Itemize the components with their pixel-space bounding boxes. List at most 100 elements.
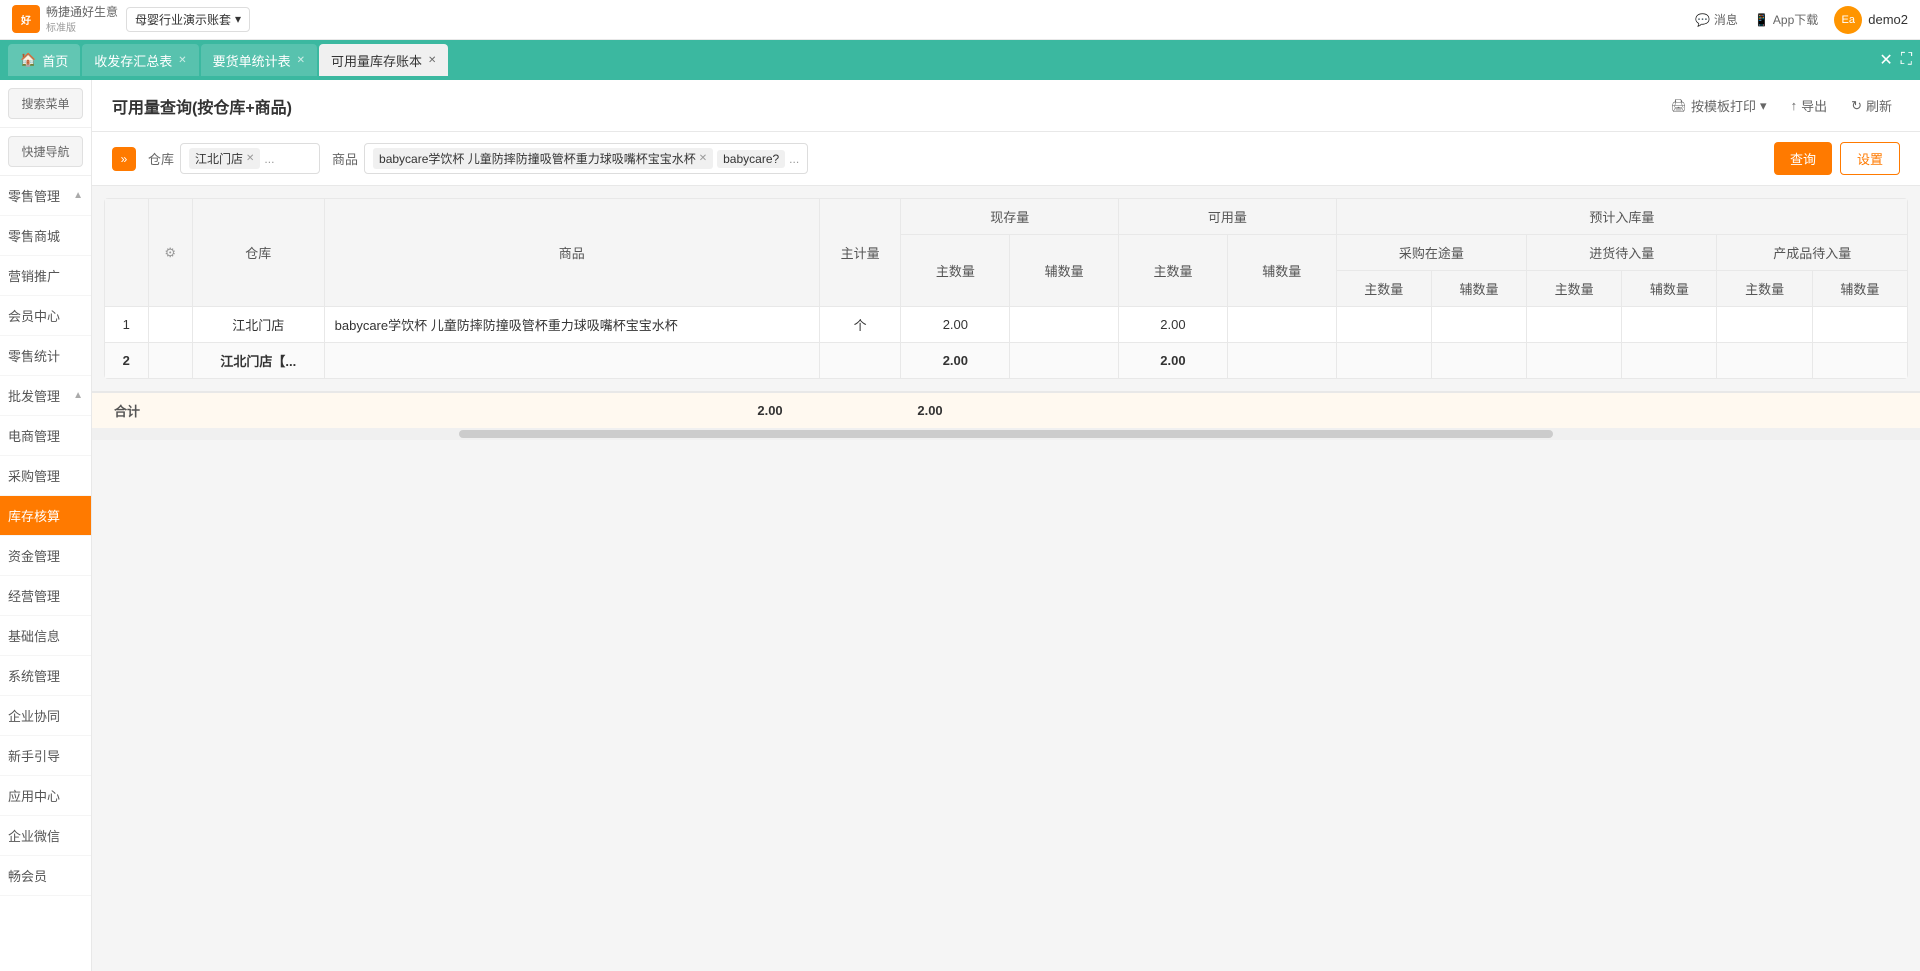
chevron-down-icon: ▾: [235, 12, 241, 26]
sidebar-item-member-center[interactable]: 会员中心: [0, 296, 91, 336]
filter-bar: » 仓库 江北门店 ✕ ... 商品 babycare学饮杯 儿童防摔防撞吸管杯…: [92, 132, 1920, 186]
expand-btn[interactable]: ⛶: [1901, 51, 1912, 69]
product-label: 商品: [332, 149, 358, 168]
export-label: 导出: [1801, 96, 1827, 115]
top-bar-left: 好 畅捷通好生意 标准版 母婴行业演示账套 ▾: [12, 5, 250, 34]
sidebar-search-area: 搜索菜单: [0, 80, 91, 128]
footer-label: 合计: [104, 401, 150, 420]
export-btn[interactable]: ↑ 导出: [1783, 92, 1836, 119]
sidebar-item-wholesale-mgmt[interactable]: 批发管理 ▲: [0, 376, 91, 416]
sidebar-item-app-center[interactable]: 应用中心: [0, 776, 91, 816]
tab-available-stock-label: 可用量库存账本: [331, 51, 422, 70]
tab-available-stock-close[interactable]: ✕: [428, 55, 436, 66]
warehouse-input[interactable]: 江北门店 ✕ ...: [180, 143, 320, 174]
filter-expand-btn[interactable]: »: [112, 147, 136, 171]
sidebar-item-label: 库存核算: [8, 506, 60, 525]
app-download-label: App下载: [1773, 11, 1818, 28]
sidebar-item-enterprise-collab[interactable]: 企业协同: [0, 696, 91, 736]
table-footer: 合计 2.00 2.00: [92, 391, 1920, 428]
page-title: 可用量查询(按仓库+商品): [112, 94, 292, 118]
sidebar-nav-area: 快捷导航: [0, 128, 91, 176]
quick-nav-btn[interactable]: 快捷导航: [8, 136, 83, 167]
sidebar-item-label: 采购管理: [8, 466, 60, 485]
tab-order-stats-close[interactable]: ✕: [297, 55, 305, 66]
horizontal-scrollbar[interactable]: [92, 428, 1920, 440]
warehouse-filter: 仓库 江北门店 ✕ ...: [148, 143, 320, 174]
sidebar-item-label: 批发管理: [8, 386, 60, 405]
product-tag-text-2: babycare?: [723, 152, 779, 166]
sidebar-item-label: 电商管理: [8, 426, 60, 445]
sidebar-item-retail-mgmt[interactable]: 零售管理 ▲: [0, 176, 91, 216]
logo-area: 好 畅捷通好生意 标准版: [12, 5, 118, 34]
sidebar-item-ecommerce[interactable]: 电商管理: [0, 416, 91, 456]
tab-receive-send-close[interactable]: ✕: [178, 55, 186, 66]
product-more[interactable]: ...: [789, 152, 799, 166]
sidebar-item-label: 零售统计: [8, 346, 60, 365]
product-filter: 商品 babycare学饮杯 儿童防摔防撞吸管杯重力球吸嘴杯宝宝水杯 ✕ bab…: [332, 143, 808, 174]
sidebar-item-system-mgmt[interactable]: 系统管理: [0, 656, 91, 696]
chevron-icon: ▲: [73, 190, 83, 201]
query-btn[interactable]: 查询: [1774, 142, 1832, 175]
tab-available-stock[interactable]: 可用量库存账本 ✕: [319, 44, 448, 76]
scrollbar-thumb[interactable]: [459, 430, 1553, 438]
sidebar-item-retail-stats[interactable]: 零售统计: [0, 336, 91, 376]
nav-tabs-end: ✕ ⛶: [1879, 50, 1912, 70]
app-icon: 📱: [1754, 13, 1769, 27]
sidebar-item-label: 应用中心: [8, 786, 60, 805]
tab-receive-send[interactable]: 收发存汇总表 ✕: [82, 44, 198, 76]
sidebar-item-new-guide[interactable]: 新手引导: [0, 736, 91, 776]
refresh-label: 刷新: [1866, 96, 1892, 115]
product-tag-2: babycare?: [717, 150, 785, 168]
tab-home[interactable]: 🏠 首页: [8, 44, 80, 76]
footer-available-main: 2.00: [890, 403, 970, 418]
sidebar-item-member[interactable]: 畅会员: [0, 856, 91, 896]
home-icon: 🏠: [20, 52, 36, 68]
filter-actions: 查询 设置: [1774, 142, 1900, 175]
message-icon: 💬: [1695, 13, 1710, 27]
sidebar-item-label: 企业微信: [8, 826, 60, 845]
sidebar-item-label: 资金管理: [8, 546, 60, 565]
sidebar-item-retail-mall[interactable]: 零售商城: [0, 216, 91, 256]
sidebar-item-label: 零售管理: [8, 186, 60, 205]
sidebar-item-label: 企业协同: [8, 706, 60, 725]
tab-order-stats[interactable]: 要货单统计表 ✕: [201, 44, 317, 76]
sidebar-item-inventory-check[interactable]: 库存核算: [0, 496, 91, 536]
username: demo2: [1868, 12, 1908, 27]
sidebar-item-label: 系统管理: [8, 666, 60, 685]
warehouse-tag: 江北门店 ✕: [189, 148, 260, 169]
product-input[interactable]: babycare学饮杯 儿童防摔防撞吸管杯重力球吸嘴杯宝宝水杯 ✕ babyca…: [364, 143, 808, 174]
sidebar-item-label: 经营管理: [8, 586, 60, 605]
print-icon: 🖨: [1671, 98, 1688, 114]
warehouse-tag-text: 江北门店: [195, 150, 243, 167]
warehouse-tag-remove[interactable]: ✕: [246, 153, 254, 164]
sidebar-item-purchase-mgmt[interactable]: 采购管理: [0, 456, 91, 496]
sidebar-item-basic-info[interactable]: 基础信息: [0, 616, 91, 656]
sidebar-item-enterprise-wechat[interactable]: 企业微信: [0, 816, 91, 856]
sidebar-item-label: 会员中心: [8, 306, 60, 325]
product-tag-text-1: babycare学饮杯 儿童防摔防撞吸管杯重力球吸嘴杯宝宝水杯: [379, 150, 696, 167]
warehouse-more[interactable]: ...: [264, 152, 274, 166]
sidebar-item-label: 畅会员: [8, 866, 47, 885]
refresh-btn[interactable]: ↻ 刷新: [1843, 92, 1900, 119]
nav-tabs-bar: 🏠 首页 收发存汇总表 ✕ 要货单统计表 ✕ 可用量库存账本 ✕ ✕ ⛶: [0, 40, 1920, 80]
search-menu-btn[interactable]: 搜索菜单: [8, 88, 83, 119]
sidebar-item-label: 零售商城: [8, 226, 60, 245]
close-all-tabs-btn[interactable]: ✕: [1879, 50, 1892, 70]
product-tag-1-remove[interactable]: ✕: [699, 153, 707, 164]
sidebar-item-operations-mgmt[interactable]: 经营管理: [0, 576, 91, 616]
message-btn[interactable]: 💬 消息: [1695, 11, 1738, 28]
sidebar-item-label: 新手引导: [8, 746, 60, 765]
user-area[interactable]: Ea demo2: [1834, 6, 1908, 34]
app-download-btn[interactable]: 📱 App下载: [1754, 11, 1818, 28]
setting-btn[interactable]: 设置: [1840, 142, 1900, 175]
sidebar-item-finance-mgmt[interactable]: 资金管理: [0, 536, 91, 576]
industry-select[interactable]: 母婴行业演示账套 ▾: [126, 7, 250, 32]
chevron-icon: ▲: [73, 390, 83, 401]
logo-text-wrap: 畅捷通好生意 标准版: [46, 5, 118, 34]
logo-text: 畅捷通好生意: [46, 5, 118, 19]
content-area: 可用量查询(按仓库+商品) 🖨 按模板打印 ▾ ↑ 导出 ↻ 刷新 »: [92, 80, 1920, 971]
print-label: 按模板打印: [1691, 96, 1756, 115]
print-btn[interactable]: 🖨 按模板打印 ▾: [1663, 92, 1775, 119]
warehouse-label: 仓库: [148, 149, 174, 168]
sidebar-item-marketing[interactable]: 营销推广: [0, 256, 91, 296]
